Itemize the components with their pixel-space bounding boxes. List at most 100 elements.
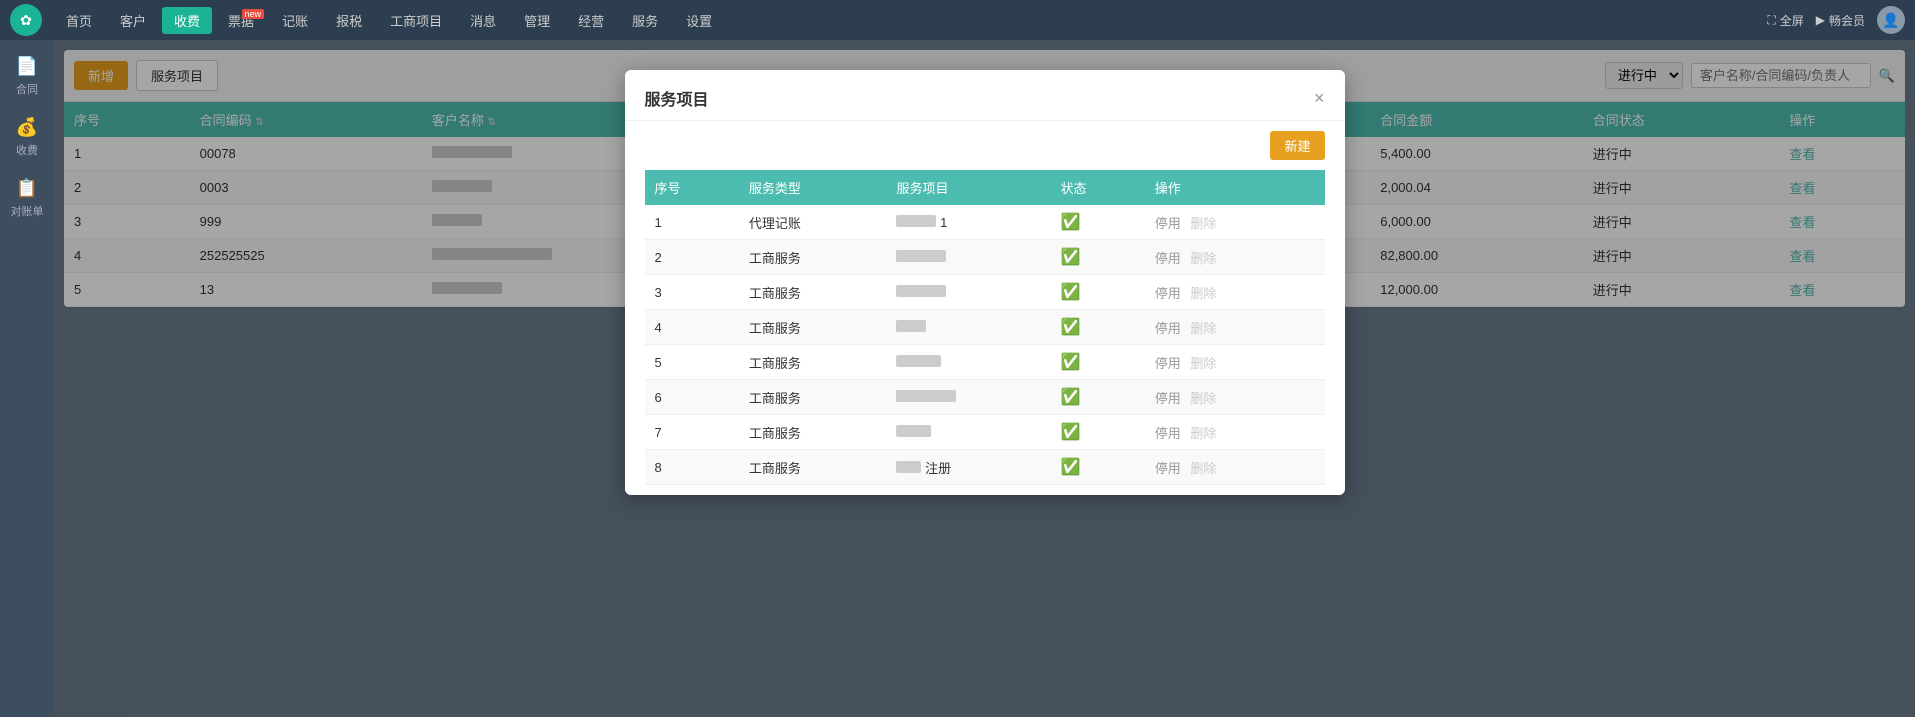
disable-button[interactable]: 停用 <box>1155 391 1181 406</box>
modal-cell-item <box>886 380 1050 415</box>
disable-button[interactable]: 停用 <box>1155 356 1181 371</box>
nav-manage[interactable]: 管理 <box>512 7 562 34</box>
new-badge: new <box>242 9 265 19</box>
modal-cell-status: ✅ <box>1050 275 1144 310</box>
modal-cell-type: 工商服务 <box>739 380 887 415</box>
modal-cell-status: ✅ <box>1050 380 1144 415</box>
sidebar-label-statement: 对账单 <box>11 203 44 219</box>
modal-overlay: 服务项目 × 新建 序号 <box>54 40 1915 717</box>
nav-bookkeep[interactable]: 记账 <box>270 7 320 34</box>
modal-cell-status: ✅ <box>1050 450 1144 485</box>
sidebar-item-fee[interactable]: 💰 收费 <box>3 109 51 166</box>
top-navigation: ✿ 首页 客户 收费 票据new 记账 报税 工商项目 消息 管理 经营 服务 … <box>0 0 1915 40</box>
modal-th-status: 状态 <box>1050 170 1144 205</box>
modal-cell-seq: 4 <box>645 310 739 345</box>
modal-table-row: 4 工商服务 ✅ 停用 删除 <box>645 310 1325 345</box>
nav-home[interactable]: 首页 <box>54 7 104 34</box>
modal-table-row: 2 工商服务 ✅ 停用 删除 <box>645 240 1325 275</box>
modal-cell-action: 停用 删除 <box>1145 380 1325 415</box>
modal-cell-item: 注册 <box>886 450 1050 485</box>
nav-settings[interactable]: 设置 <box>674 7 724 34</box>
modal-cell-seq: 7 <box>645 415 739 450</box>
delete-button[interactable]: 删除 <box>1190 426 1216 441</box>
nav-biz[interactable]: 工商项目 <box>378 7 454 34</box>
nav-invoice[interactable]: 票据new <box>216 7 266 34</box>
modal-table-row: 8 工商服务 注册 ✅ 停用 删除 <box>645 450 1325 485</box>
modal-cell-action: 停用 删除 <box>1145 415 1325 450</box>
modal-cell-seq: 2 <box>645 240 739 275</box>
fullscreen-button[interactable]: ⛶ 全屏 <box>1767 12 1803 29</box>
vip-icon: ▶ <box>1816 13 1825 27</box>
nav-fee[interactable]: 收费 <box>162 7 212 34</box>
delete-button[interactable]: 删除 <box>1190 251 1216 266</box>
nav-service[interactable]: 服务 <box>620 7 670 34</box>
contract-icon: 📄 <box>16 56 38 77</box>
delete-button[interactable]: 删除 <box>1190 321 1216 336</box>
modal-th-type: 服务类型 <box>739 170 887 205</box>
app-logo: ✿ <box>10 4 42 36</box>
vip-button[interactable]: ▶ 畅会员 <box>1816 12 1865 29</box>
modal-table-row: 3 工商服务 ✅ 停用 删除 <box>645 275 1325 310</box>
app-layout: 📄 合同 💰 收费 📋 对账单 新增 服务项目 进行中 <box>0 40 1915 717</box>
modal-table-row: 5 工商服务 ✅ 停用 删除 <box>645 345 1325 380</box>
sidebar-item-statement[interactable]: 📋 对账单 <box>3 170 51 227</box>
fee-icon: 💰 <box>16 117 38 138</box>
modal-cell-status: ✅ <box>1050 310 1144 345</box>
modal-header: 服务项目 × <box>625 70 1345 121</box>
disable-button[interactable]: 停用 <box>1155 216 1181 231</box>
modal-cell-seq: 1 <box>645 205 739 240</box>
modal-title: 服务项目 <box>645 86 709 110</box>
modal-cell-item <box>886 275 1050 310</box>
modal-cell-status: ✅ <box>1050 345 1144 380</box>
modal-cell-type: 工商服务 <box>739 240 887 275</box>
modal-cell-action: 停用 删除 <box>1145 310 1325 345</box>
modal-cell-seq: 5 <box>645 345 739 380</box>
service-modal: 服务项目 × 新建 序号 <box>625 70 1345 495</box>
modal-table-scroll[interactable]: 序号 服务类型 服务项目 状态 操作 1 <box>645 170 1325 485</box>
nav-client[interactable]: 客户 <box>108 7 158 34</box>
nav-tax[interactable]: 报税 <box>324 7 374 34</box>
modal-cell-type: 代理记账 <box>739 205 887 240</box>
modal-cell-type: 工商服务 <box>739 345 887 380</box>
disable-button[interactable]: 停用 <box>1155 286 1181 301</box>
user-avatar[interactable]: 👤 <box>1877 6 1905 34</box>
modal-cell-status: ✅ <box>1050 240 1144 275</box>
modal-table-row: 1 代理记账 1 ✅ 停用 删除 <box>645 205 1325 240</box>
content-area: 新增 服务项目 进行中 已完成 已终止 🔍 <box>54 40 1915 717</box>
delete-button[interactable]: 删除 <box>1190 286 1216 301</box>
modal-cell-item <box>886 240 1050 275</box>
modal-cell-item <box>886 415 1050 450</box>
modal-new-button[interactable]: 新建 <box>1270 131 1324 160</box>
modal-cell-seq: 6 <box>645 380 739 415</box>
sidebar-label-contract: 合同 <box>16 81 38 97</box>
disable-button[interactable]: 停用 <box>1155 461 1181 476</box>
modal-cell-action: 停用 删除 <box>1145 205 1325 240</box>
modal-cell-item: 1 <box>886 205 1050 240</box>
sidebar-item-contract[interactable]: 📄 合同 <box>3 48 51 105</box>
modal-cell-action: 停用 删除 <box>1145 240 1325 275</box>
delete-button[interactable]: 删除 <box>1190 216 1216 231</box>
modal-cell-action: 停用 删除 <box>1145 275 1325 310</box>
delete-button[interactable]: 删除 <box>1190 461 1216 476</box>
modal-close-button[interactable]: × <box>1314 89 1325 107</box>
nav-items: 首页 客户 收费 票据new 记账 报税 工商项目 消息 管理 经营 服务 设置 <box>54 7 1767 34</box>
modal-cell-type: 工商服务 <box>739 310 887 345</box>
service-table: 序号 服务类型 服务项目 状态 操作 1 <box>645 170 1325 485</box>
nav-message[interactable]: 消息 <box>458 7 508 34</box>
nav-operation[interactable]: 经营 <box>566 7 616 34</box>
left-sidebar: 📄 合同 💰 收费 📋 对账单 <box>0 40 54 717</box>
modal-cell-status: ✅ <box>1050 415 1144 450</box>
disable-button[interactable]: 停用 <box>1155 426 1181 441</box>
disable-button[interactable]: 停用 <box>1155 321 1181 336</box>
modal-body: 序号 服务类型 服务项目 状态 操作 1 <box>625 170 1345 495</box>
modal-cell-action: 停用 删除 <box>1145 450 1325 485</box>
delete-button[interactable]: 删除 <box>1190 356 1216 371</box>
modal-cell-status: ✅ <box>1050 205 1144 240</box>
modal-cell-type: 工商服务 <box>739 450 887 485</box>
modal-th-action: 操作 <box>1145 170 1325 205</box>
disable-button[interactable]: 停用 <box>1155 251 1181 266</box>
delete-button[interactable]: 删除 <box>1190 391 1216 406</box>
modal-cell-type: 工商服务 <box>739 415 887 450</box>
sidebar-label-fee: 收费 <box>16 142 38 158</box>
modal-toolbar: 新建 <box>625 121 1345 170</box>
